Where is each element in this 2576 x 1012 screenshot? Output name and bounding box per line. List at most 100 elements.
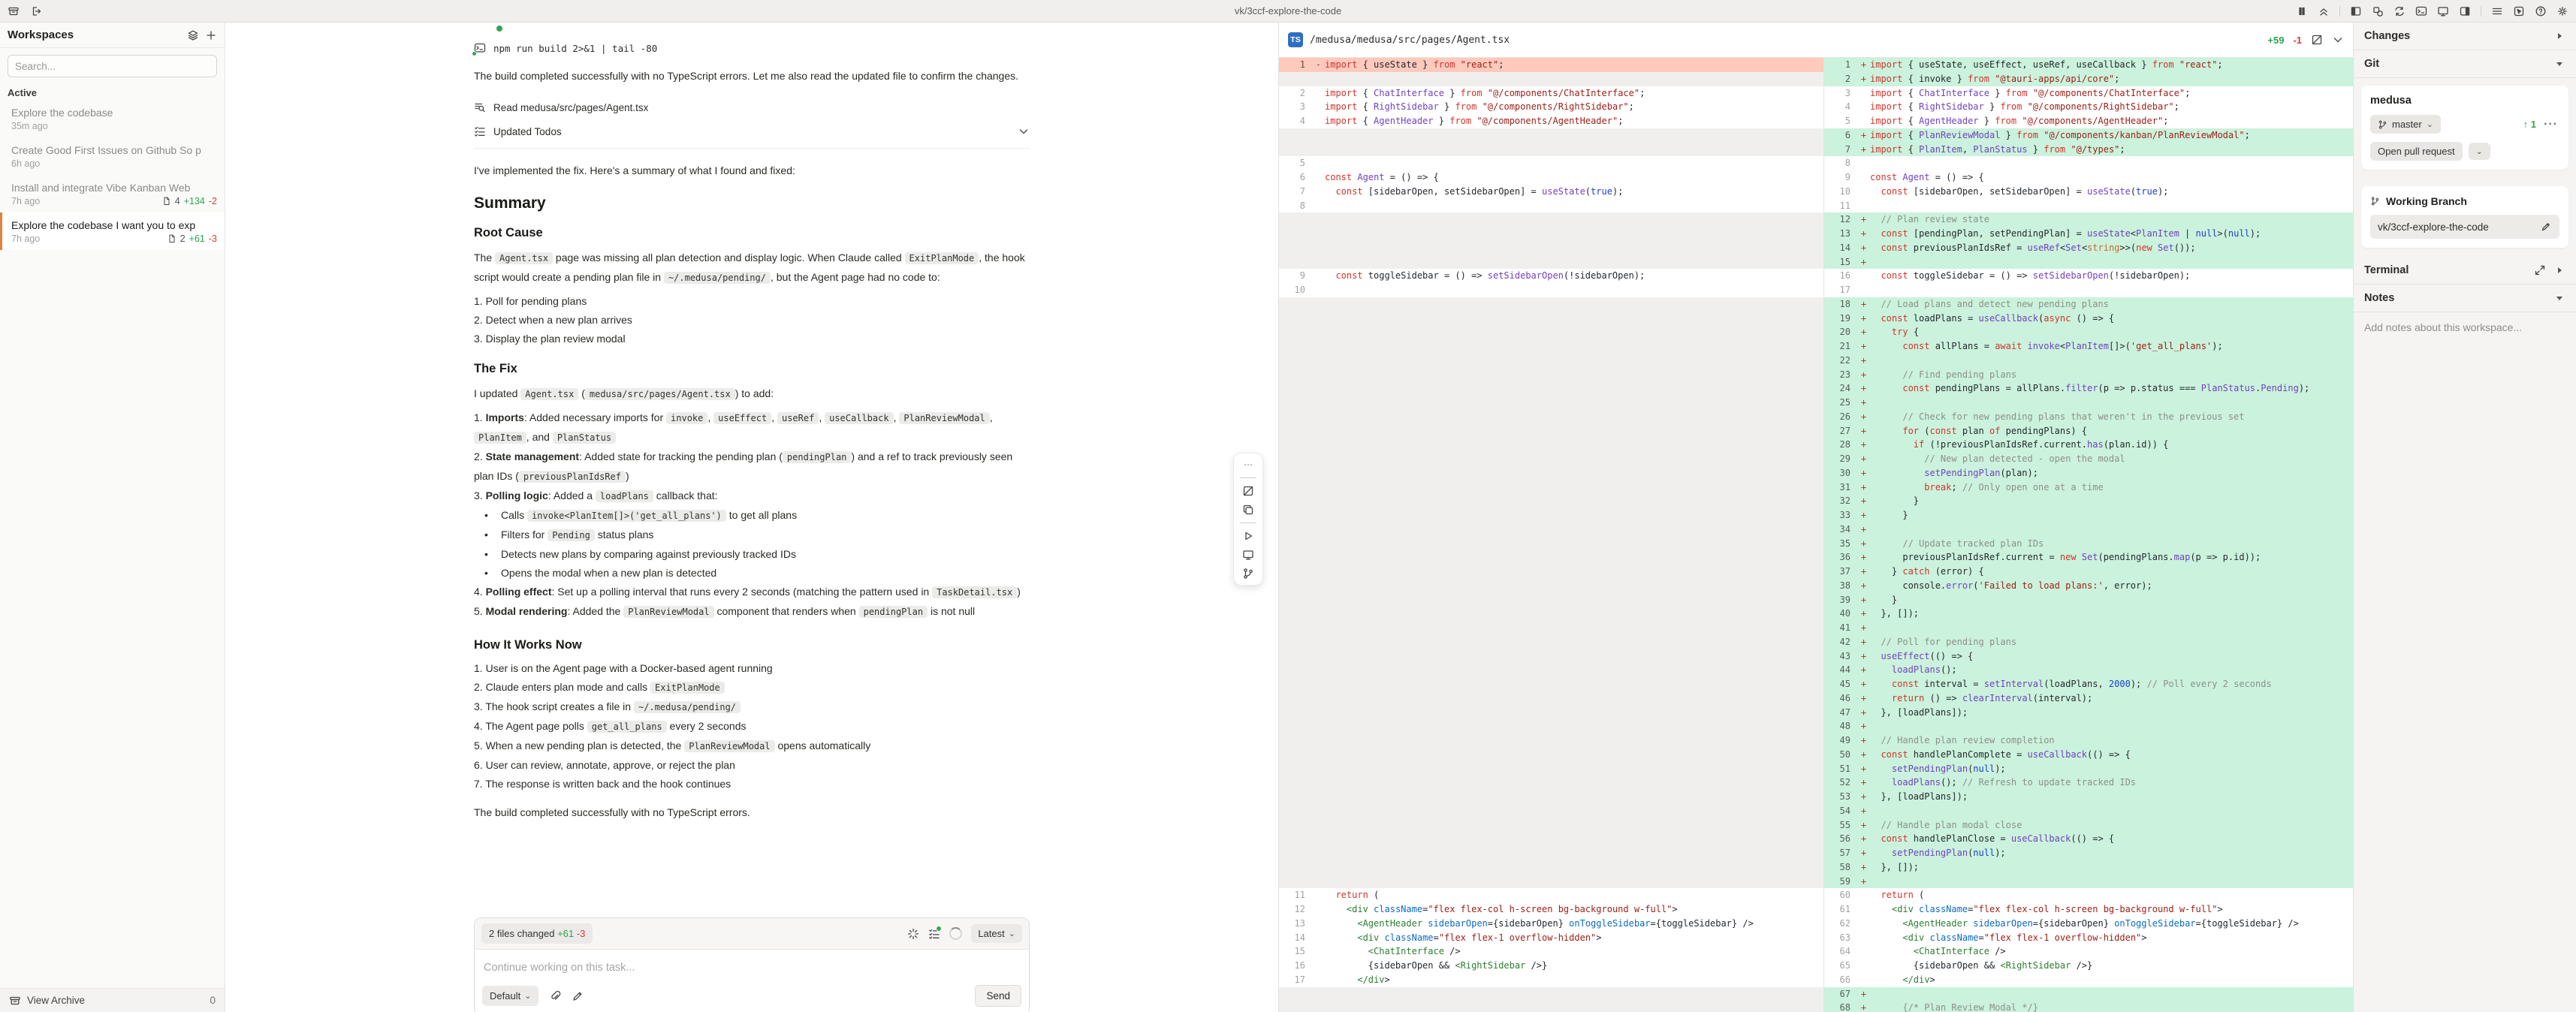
panel-left-icon[interactable] [2350, 5, 2362, 17]
read-icon [474, 101, 486, 113]
burst-icon[interactable] [907, 928, 919, 940]
read-tool-row[interactable]: Read medusa/src/pages/Agent.tsx [474, 101, 1030, 113]
diff-row: 1-import { useState } from "react";1+imp… [1279, 58, 2353, 72]
play-icon[interactable] [1242, 530, 1254, 542]
changes-section-header[interactable]: Changes [2354, 23, 2576, 50]
diff-row: 55+ // Handle plan modal close [1279, 818, 2353, 833]
copy-icon[interactable] [1242, 504, 1254, 516]
bullet-item: •Opens the modal when a new plan is dete… [474, 564, 1030, 583]
chat-input[interactable] [484, 962, 1020, 974]
file-path: /medusa/medusa/src/pages/Agent.tsx [1310, 35, 1510, 46]
fix-list: 1. Imports: Added necessary imports for … [474, 408, 1030, 622]
notes-section-header[interactable]: Notes [2354, 285, 2576, 312]
add-workspace-button[interactable] [205, 29, 217, 41]
diff-row: 25+ [1279, 396, 2353, 410]
assets-icon[interactable] [2372, 5, 2384, 17]
terminal-command: npm run build 2>&1 | tail -80 [493, 43, 657, 54]
monitor-icon[interactable] [1242, 549, 1254, 561]
terminal-icon[interactable] [2415, 5, 2427, 17]
workspace-item[interactable]: Explore the codebase 35m ago [0, 100, 225, 137]
share-cursor-icon[interactable] [2513, 5, 2525, 17]
git-branch-icon[interactable] [1242, 568, 1254, 580]
caret-right-icon [2553, 30, 2565, 42]
menu-icon[interactable] [2491, 5, 2503, 17]
terminal-tool-row[interactable]: npm run build 2>&1 | tail -80 [474, 42, 1030, 54]
notes-placeholder[interactable]: Add notes about this workspace... [2354, 312, 2576, 342]
list-item: 2. Claude enters plan mode and calls Exi… [474, 678, 1030, 697]
diff-row: 14 <div className="flex flex-1 overflow-… [1279, 931, 2353, 945]
git-branch-icon [2378, 119, 2387, 129]
diff-row: 31+ break; // Only open one at a time [1279, 480, 2353, 495]
divider [1240, 477, 1256, 478]
settings-icon[interactable] [2556, 5, 2568, 17]
drag-dots-icon[interactable] [1242, 459, 1254, 471]
diff-row: 21+ const allPlans = await invoke<PlanIt… [1279, 339, 2353, 354]
working-branch-field[interactable]: vk/3ccf-explore-the-code [2370, 215, 2559, 239]
diff-row: 22+ [1279, 354, 2353, 368]
terminal-section-header[interactable]: Terminal [2354, 257, 2576, 285]
message-composer: 2 files changed +61 -3 Latest ⌄ [474, 917, 1030, 1012]
more-button[interactable]: ··· [2542, 118, 2559, 131]
diff-view-icon[interactable] [2311, 34, 2323, 46]
assistant-paragraph: The build completed successfully with no… [474, 67, 1030, 85]
chevron-down-icon[interactable] [1018, 125, 1030, 137]
diff-row: 36+ previousPlanIdsRef.current = new Set… [1279, 550, 2353, 565]
send-button[interactable]: Send [975, 985, 1021, 1007]
bullet-item: •Filters for Pending status plans [474, 526, 1030, 545]
diff-row: 12+ // Plan review state [1279, 212, 2353, 227]
diff-view-icon[interactable] [1242, 485, 1254, 497]
workspace-title: Create Good First Issues on Github So p [11, 144, 217, 156]
monitor-icon[interactable] [2437, 5, 2449, 17]
bullet-item: •Calls invoke<PlanItem[]>('get_all_plans… [474, 506, 1030, 526]
workspace-item-selected[interactable]: Explore the codebase I want you to exp 7… [0, 212, 225, 250]
diff-row: 16 {sidebarOpen && <RightSidebar />}65 {… [1279, 959, 2353, 973]
sign-out-icon[interactable] [30, 5, 42, 17]
expand-icon[interactable] [2534, 264, 2546, 276]
workspace-item[interactable]: Install and integrate Vibe Kanban Web 7h… [0, 175, 225, 212]
workspace-title: Explore the codebase I want you to exp [11, 219, 217, 231]
file-icon [162, 197, 171, 206]
pause-icon[interactable] [2296, 5, 2308, 17]
diff-row: 7+import { PlanItem, PlanStatus } from "… [1279, 143, 2353, 157]
branch-dropdown[interactable]: master ⌄ [2370, 115, 2441, 134]
list-item: 3. The hook script creates a file in ~/.… [474, 697, 1030, 717]
archive-icon[interactable] [8, 5, 20, 17]
edit-icon[interactable] [2540, 221, 2552, 233]
git-sync-icon[interactable] [2394, 5, 2406, 17]
divider [2339, 6, 2340, 17]
updated-todos-row[interactable]: Updated Todos [474, 125, 1030, 149]
latest-dropdown[interactable]: Latest ⌄ [971, 924, 1022, 943]
list-item: 2. Detect when a new plan arrives [474, 311, 1030, 330]
workspace-item[interactable]: Create Good First Issues on Github So p … [0, 137, 225, 175]
help-icon[interactable] [2535, 5, 2547, 17]
paperclip-icon[interactable] [549, 990, 561, 1002]
fix-heading: The Fix [474, 362, 1030, 376]
pr-dropdown-button[interactable]: ⌄ [2469, 143, 2490, 160]
collapse-icon[interactable] [2318, 5, 2330, 17]
diff-row: 44+ loadPlans(); [1279, 663, 2353, 677]
diff-row: 2+import { invoke } from "@tauri-apps/ap… [1279, 72, 2353, 86]
diff-row: 1017 [1279, 283, 2353, 297]
list-item: 1. Poll for pending plans [474, 292, 1030, 311]
root-cause-list: 1. Poll for pending plans2. Detect when … [474, 292, 1030, 348]
diff-row: 2import { ChatInterface } from "@/compon… [1279, 86, 2353, 101]
status-dot [936, 926, 942, 932]
workspace-time: 35m ago [11, 121, 48, 131]
layers-icon[interactable] [187, 29, 199, 41]
model-dropdown[interactable]: Default⌄ [482, 986, 538, 1006]
git-section-header[interactable]: Git [2354, 50, 2576, 78]
open-pr-button[interactable]: Open pull request [2370, 142, 2463, 161]
diff-row: 6+import { PlanReviewModal } from "@/com… [1279, 128, 2353, 143]
view-archive-button[interactable]: View Archive 0 [0, 988, 225, 1012]
chevron-down-icon[interactable] [2332, 34, 2344, 46]
pen-icon[interactable] [572, 990, 584, 1002]
diff-row: 40+ }, []); [1279, 607, 2353, 621]
floating-toolbar [1233, 453, 1263, 586]
list-item: 2. State management: Added state for tra… [474, 447, 1030, 486]
list-item: 1. User is on the Agent page with a Dock… [474, 659, 1030, 678]
search-input[interactable] [8, 55, 217, 77]
files-changed-chip[interactable]: 2 files changed +61 -3 [481, 923, 593, 944]
diff-row: 17 </div>66 </div> [1279, 973, 2353, 987]
panel-right-icon[interactable] [2459, 5, 2471, 17]
file-icon [167, 234, 176, 244]
